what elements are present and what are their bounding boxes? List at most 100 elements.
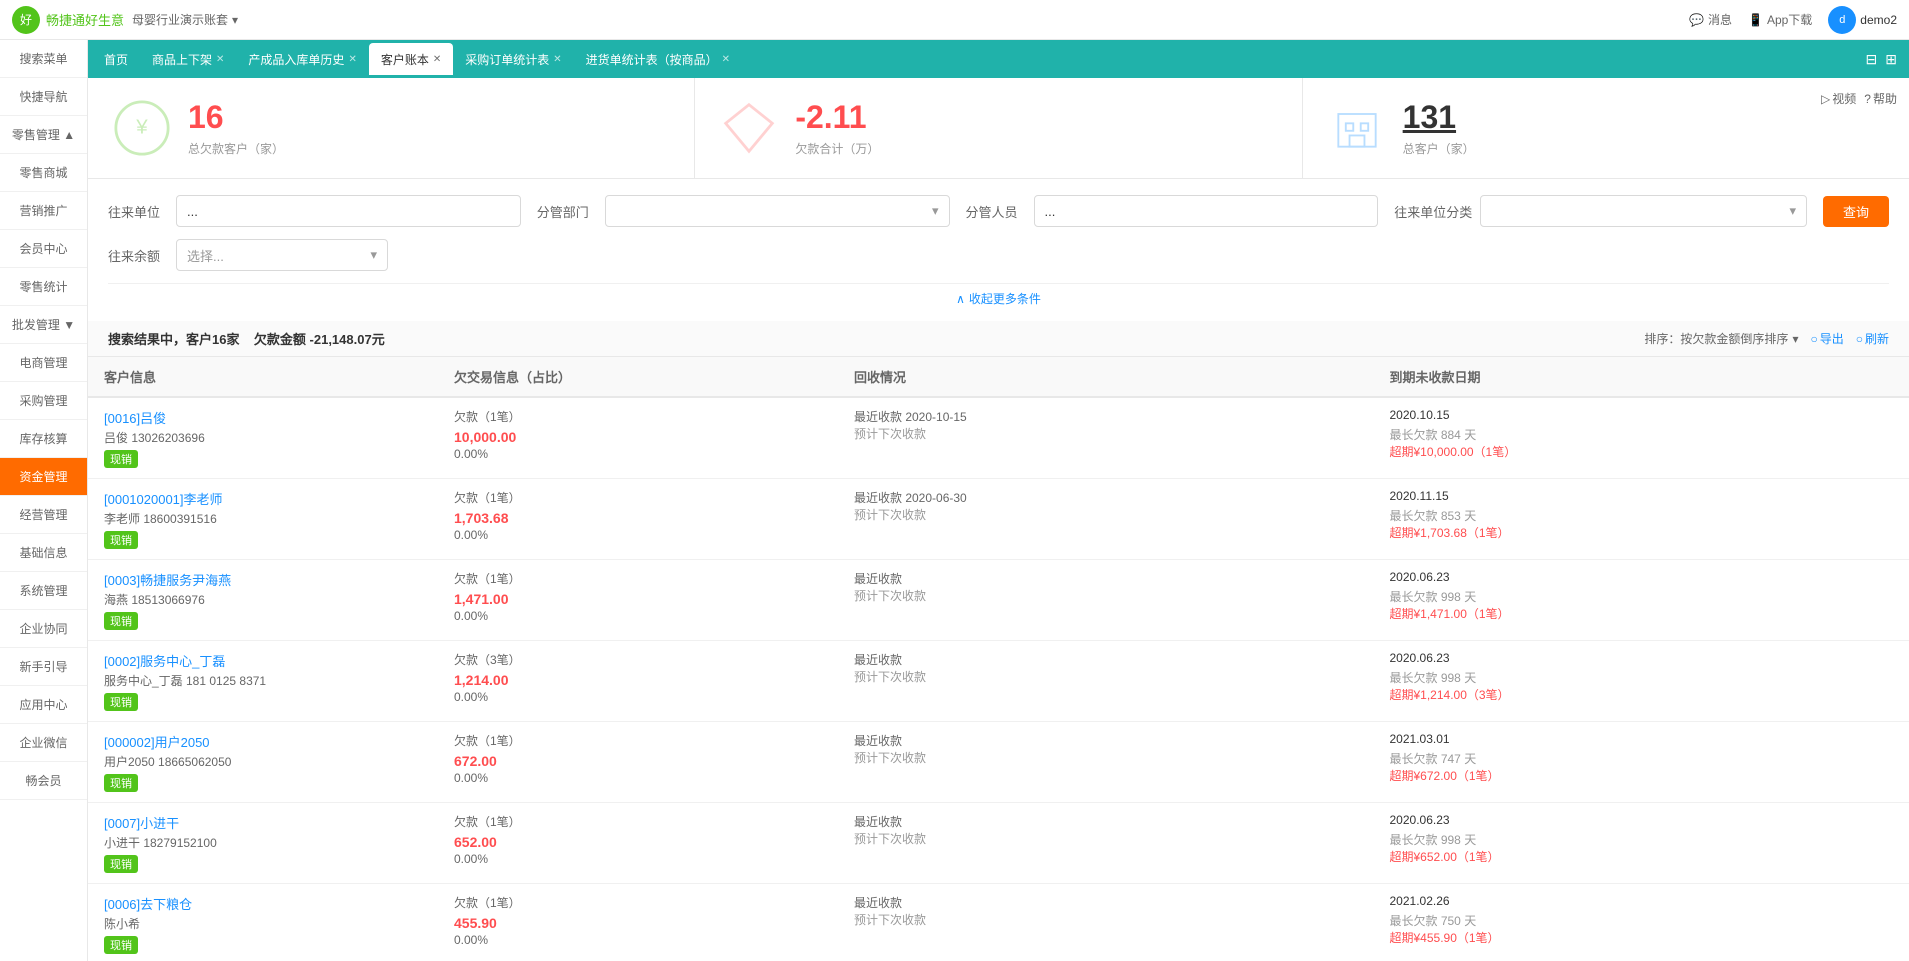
- sidebar-item-member-center[interactable]: 会员中心: [0, 230, 87, 268]
- sidebar-item-quick-nav[interactable]: 快捷导航: [0, 78, 87, 116]
- customer-name-6[interactable]: [0006]去下粮仓: [104, 894, 422, 913]
- overdue-link-5[interactable]: 超期¥652.00（1笔）: [1390, 848, 1894, 865]
- sidebar-item-retail-mall[interactable]: 零售商城: [0, 154, 87, 192]
- td-debt-1: 欠款（1笔） 1,703.68 0.00%: [438, 479, 838, 559]
- recovery-last-2: 最近收款: [854, 570, 1358, 587]
- overdue-link-0[interactable]: 超期¥10,000.00（1笔）: [1390, 443, 1894, 460]
- help-button[interactable]: ? 帮助: [1864, 90, 1897, 107]
- overdue-link-3[interactable]: 超期¥1,214.00（3笔）: [1390, 686, 1894, 703]
- sidebar-item-search[interactable]: 搜索菜单: [0, 40, 87, 78]
- tab-purchase-order-stats[interactable]: 采购订单统计表 ✕: [453, 43, 573, 75]
- sort-selector[interactable]: 排序：按欠款金额倒序排序 ▾: [1644, 330, 1798, 347]
- video-button[interactable]: ▷ 视频: [1821, 90, 1856, 107]
- td-debt-3: 欠款（3笔） 1,214.00 0.00%: [438, 641, 838, 721]
- tab-production-history-close[interactable]: ✕: [348, 54, 356, 65]
- customer-name-4[interactable]: [000002]用户2050: [104, 732, 422, 751]
- message-button[interactable]: 💬 消息: [1689, 11, 1732, 28]
- tab-customer-account-close[interactable]: ✕: [433, 54, 441, 65]
- th-debt-info: 欠交易信息（占比）: [438, 357, 838, 396]
- overdue-link-6[interactable]: 超期¥455.90（1笔）: [1390, 929, 1894, 946]
- sidebar-item-enterprise-collab[interactable]: 企业协同: [0, 610, 87, 648]
- chevron-up-icon: ∧: [956, 292, 965, 306]
- sidebar-item-retail-mgmt[interactable]: 零售管理 ▲: [0, 116, 87, 154]
- recovery-next-5: 预计下次收款: [854, 830, 1358, 847]
- filter-select-category[interactable]: ▾: [1480, 195, 1807, 227]
- diamond-icon: [719, 98, 779, 158]
- stat-info-total-customers: 131 总客户（家）: [1403, 99, 1885, 157]
- tab-purchase-stats-product-close[interactable]: ✕: [722, 54, 730, 65]
- filter-label-customer: 往来单位: [108, 202, 168, 221]
- overdue-link-2[interactable]: 超期¥1,471.00（1笔）: [1390, 605, 1894, 622]
- tab-purchase-order-stats-label: 采购订单统计表: [465, 51, 549, 68]
- industry-selector[interactable]: 母婴行业演示账套 ▾: [132, 11, 238, 28]
- sidebar-item-marketing[interactable]: 营销推广: [0, 192, 87, 230]
- collapse-button[interactable]: ∧ 收起更多条件: [956, 290, 1041, 307]
- search-button[interactable]: 查询: [1823, 196, 1889, 227]
- customer-name-3[interactable]: [0002]服务中心_丁磊: [104, 651, 422, 670]
- tab-customer-account[interactable]: 客户账本 ✕: [369, 43, 453, 75]
- filter-input-customer[interactable]: ...: [176, 195, 521, 227]
- tab-restore-icon[interactable]: ⊟: [1866, 51, 1878, 68]
- sidebar-item-operations[interactable]: 经营管理: [0, 496, 87, 534]
- sidebar-item-system[interactable]: 系统管理: [0, 572, 87, 610]
- th-due-date: 到期未收款日期: [1374, 357, 1909, 396]
- debt-amount-3: 1,214.00: [454, 672, 822, 688]
- sidebar: 搜索菜单 快捷导航 零售管理 ▲ 零售商城 营销推广 会员中心 零售统计 批发管…: [0, 40, 88, 961]
- td-debt-6: 欠款（1笔） 455.90 0.00%: [438, 884, 838, 961]
- tab-production-history[interactable]: 产成品入库单历史 ✕: [236, 43, 368, 75]
- tab-home[interactable]: 首页: [92, 43, 140, 75]
- customer-sub-0: 吕俊 13026203696: [104, 429, 422, 446]
- filter-input-person[interactable]: ...: [1034, 195, 1379, 227]
- filter-input-person-dots: ...: [1045, 204, 1056, 219]
- sidebar-item-ecommerce[interactable]: 电商管理: [0, 344, 87, 382]
- sidebar-item-enterprise-wechat[interactable]: 企业微信: [0, 724, 87, 762]
- export-icon: ○: [1810, 332, 1817, 346]
- overdue-link-4[interactable]: 超期¥672.00（1笔）: [1390, 767, 1894, 784]
- sidebar-item-wholesale-mgmt[interactable]: 批发管理 ▼: [0, 306, 87, 344]
- industry-label: 母婴行业演示账套: [132, 11, 228, 28]
- message-icon: 💬: [1689, 13, 1704, 27]
- sidebar-item-inventory[interactable]: 库存核算: [0, 420, 87, 458]
- td-recovery-4: 最近收款 预计下次收款: [838, 722, 1374, 802]
- customer-name-5[interactable]: [0007]小进干: [104, 813, 422, 832]
- td-recovery-2: 最近收款 预计下次收款: [838, 560, 1374, 640]
- customer-sub-5: 小进干 18279152100: [104, 834, 422, 851]
- table-row: [0016]吕俊 吕俊 13026203696 现销 欠款（1笔） 10,000…: [88, 398, 1909, 479]
- customer-sub-1: 李老师 18600391516: [104, 510, 422, 527]
- th-customer-info: 客户信息: [88, 357, 438, 396]
- tab-expand-icon[interactable]: ⊞: [1885, 51, 1897, 68]
- filter-select-dept[interactable]: ▾: [605, 195, 950, 227]
- customer-name-2[interactable]: [0003]畅捷服务尹海燕: [104, 570, 422, 589]
- overdue-link-1[interactable]: 超期¥1,703.68（1笔）: [1390, 524, 1894, 541]
- tab-product-listing[interactable]: 商品上下架 ✕: [140, 43, 236, 75]
- user-profile[interactable]: d demo2: [1828, 6, 1897, 34]
- debt-label-4: 欠款（1笔）: [454, 732, 822, 749]
- stat-label-debt-total: 欠款合计（万）: [795, 140, 1277, 157]
- th-recovery: 回收情况: [838, 357, 1374, 396]
- sidebar-item-newbie-guide[interactable]: 新手引导: [0, 648, 87, 686]
- filter-label-balance: 往来余额: [108, 246, 168, 265]
- sidebar-item-chang-member[interactable]: 畅会员: [0, 762, 87, 800]
- td-due-5: 2020.06.23 最长欠款 998 天 超期¥652.00（1笔）: [1374, 803, 1909, 883]
- sidebar-item-app-center[interactable]: 应用中心: [0, 686, 87, 724]
- sidebar-item-retail-stats[interactable]: 零售统计: [0, 268, 87, 306]
- recovery-next-1: 预计下次收款: [854, 506, 1358, 523]
- tab-bar-actions: ⊟ ⊞: [1858, 51, 1905, 68]
- debt-ratio-6: 0.00%: [454, 933, 822, 947]
- table-row: [0007]小进干 小进干 18279152100 现销 欠款（1笔） 652.…: [88, 803, 1909, 884]
- customer-tag-4: 现销: [104, 774, 138, 792]
- td-customer-0: [0016]吕俊 吕俊 13026203696 现销: [88, 398, 438, 478]
- tab-purchase-order-stats-close[interactable]: ✕: [553, 54, 561, 65]
- tab-product-listing-close[interactable]: ✕: [216, 54, 224, 65]
- filter-select-balance[interactable]: 选择... ▾: [176, 239, 388, 271]
- sidebar-item-basic-info[interactable]: 基础信息: [0, 534, 87, 572]
- sidebar-item-purchase-mgmt[interactable]: 采购管理: [0, 382, 87, 420]
- refresh-button[interactable]: ○ 刷新: [1856, 330, 1889, 347]
- customer-name-1[interactable]: [0001020001]李老师: [104, 489, 422, 508]
- export-button[interactable]: ○ 导出: [1810, 330, 1843, 347]
- app-download-button[interactable]: 📱 App下载: [1748, 11, 1812, 28]
- customer-name-0[interactable]: [0016]吕俊: [104, 408, 422, 427]
- overdue-days-0: 最长欠款 884 天: [1390, 426, 1894, 443]
- tab-purchase-stats-product[interactable]: 进货单统计表（按商品） ✕: [574, 43, 742, 75]
- sidebar-item-finance[interactable]: 资金管理: [0, 458, 87, 496]
